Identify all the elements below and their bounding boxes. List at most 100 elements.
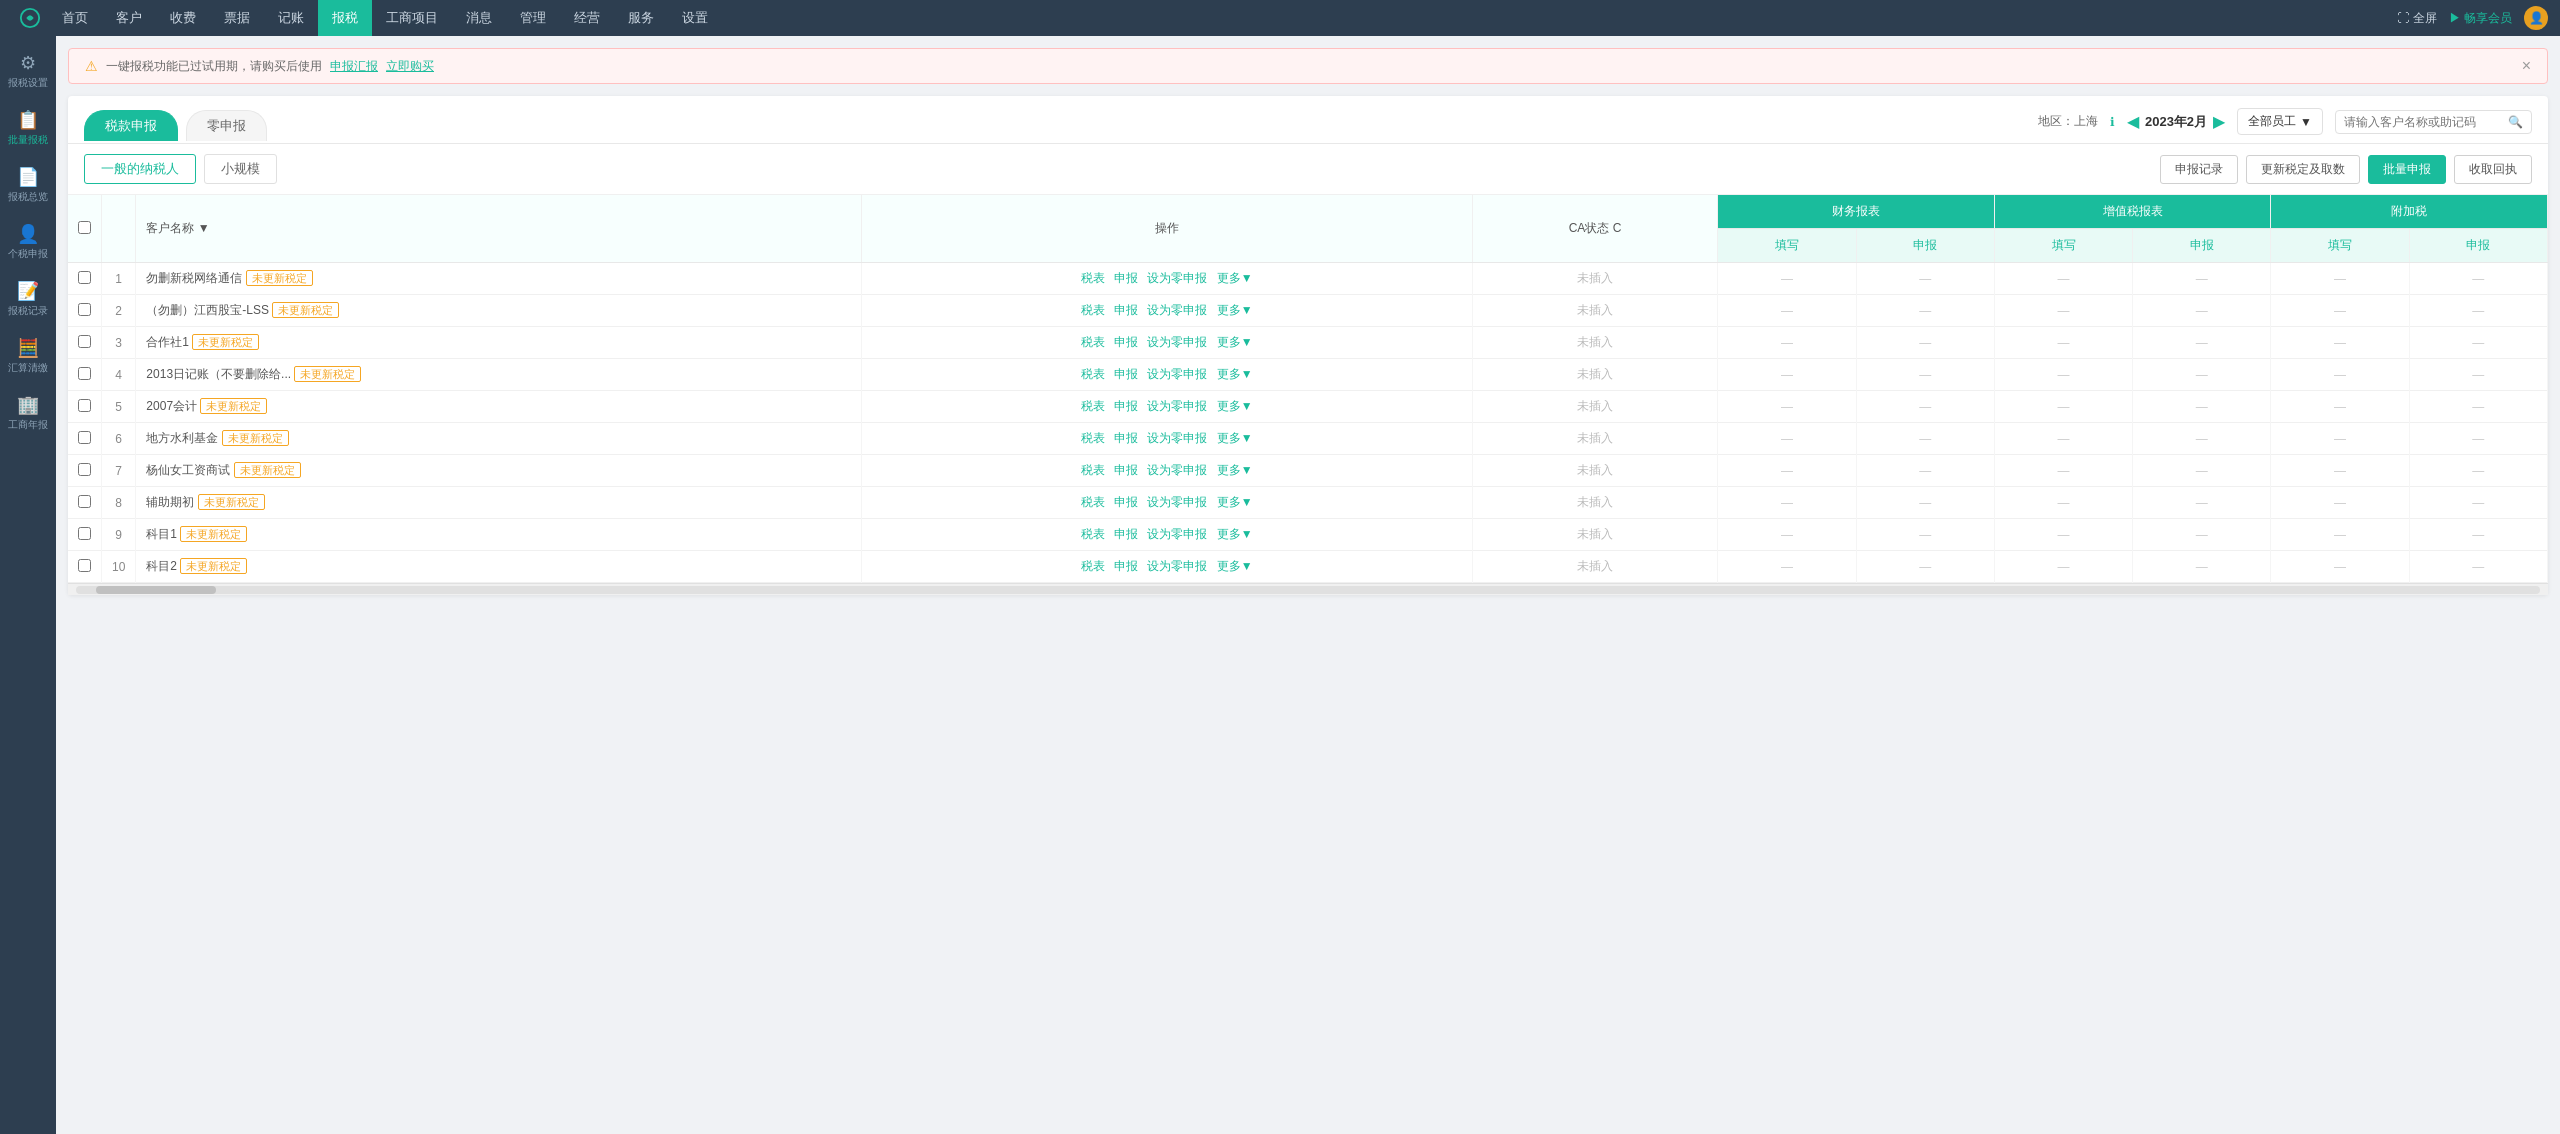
- op-more[interactable]: 更多▼: [1214, 526, 1256, 543]
- sidebar-label-tax-settings: 报税设置: [8, 77, 48, 89]
- sidebar: ⚙ 报税设置 📋 批量报税 📄 报税总览 👤 个税申报 📝 报税记录 🧮 汇算清…: [0, 36, 56, 1134]
- op-zero-declare[interactable]: 设为零申报: [1144, 558, 1210, 575]
- op-more[interactable]: 更多▼: [1214, 398, 1256, 415]
- update-tax-btn[interactable]: 更新税定及取数: [2246, 155, 2360, 184]
- batch-declare-btn[interactable]: 批量申报: [2368, 155, 2446, 184]
- op-zero-declare[interactable]: 设为零申报: [1144, 526, 1210, 543]
- op-declare[interactable]: 申报: [1111, 270, 1141, 287]
- sidebar-item-tax-overview[interactable]: 📄 报税总览: [2, 158, 54, 211]
- declare-record-btn[interactable]: 申报记录: [2160, 155, 2238, 184]
- row-checkbox[interactable]: [78, 367, 91, 380]
- scroll-thumb[interactable]: [96, 586, 216, 594]
- nav-settings[interactable]: 设置: [668, 0, 722, 36]
- op-tax-form[interactable]: 税表: [1078, 398, 1108, 415]
- op-declare[interactable]: 申报: [1111, 526, 1141, 543]
- op-more[interactable]: 更多▼: [1214, 366, 1256, 383]
- op-zero-declare[interactable]: 设为零申报: [1144, 430, 1210, 447]
- row-checkbox[interactable]: [78, 463, 91, 476]
- op-declare[interactable]: 申报: [1111, 398, 1141, 415]
- nav-business[interactable]: 工商项目: [372, 0, 452, 36]
- row-checkbox[interactable]: [78, 431, 91, 444]
- op-declare[interactable]: 申报: [1111, 494, 1141, 511]
- row-checkbox[interactable]: [78, 527, 91, 540]
- row-declaration-fill: —: [1994, 327, 2132, 359]
- search-input[interactable]: [2344, 115, 2504, 129]
- row-declaration-fill: —: [1994, 423, 2132, 455]
- search-icon[interactable]: 🔍: [2508, 115, 2523, 129]
- op-tax-form[interactable]: 税表: [1078, 462, 1108, 479]
- op-declare[interactable]: 申报: [1111, 334, 1141, 351]
- banner-close-btn[interactable]: ×: [2522, 57, 2531, 75]
- sidebar-item-batch-tax[interactable]: 📋 批量报税: [2, 101, 54, 154]
- op-zero-declare[interactable]: 设为零申报: [1144, 494, 1210, 511]
- sidebar-item-tax-record[interactable]: 📝 报税记录: [2, 272, 54, 325]
- info-icon: ℹ: [2110, 115, 2115, 129]
- nav-operation[interactable]: 经营: [560, 0, 614, 36]
- sidebar-item-annual-report[interactable]: 🏢 工商年报: [2, 386, 54, 439]
- sidebar-item-tax-settings[interactable]: ⚙ 报税设置: [2, 44, 54, 97]
- op-more[interactable]: 更多▼: [1214, 462, 1256, 479]
- row-finance-fill: —: [1718, 263, 1856, 295]
- op-declare[interactable]: 申报: [1111, 462, 1141, 479]
- date-next-btn[interactable]: ▶: [2213, 112, 2225, 131]
- op-tax-form[interactable]: 税表: [1078, 558, 1108, 575]
- op-tax-form[interactable]: 税表: [1078, 430, 1108, 447]
- op-zero-declare[interactable]: 设为零申报: [1144, 398, 1210, 415]
- op-zero-declare[interactable]: 设为零申报: [1144, 334, 1210, 351]
- op-more[interactable]: 更多▼: [1214, 494, 1256, 511]
- row-checkbox[interactable]: [78, 495, 91, 508]
- op-more[interactable]: 更多▼: [1214, 430, 1256, 447]
- nav-messages[interactable]: 消息: [452, 0, 506, 36]
- nav-manage[interactable]: 管理: [506, 0, 560, 36]
- sub-tab-small[interactable]: 小规模: [204, 154, 277, 184]
- op-declare[interactable]: 申报: [1111, 366, 1141, 383]
- op-tax-form[interactable]: 税表: [1078, 526, 1108, 543]
- user-avatar[interactable]: 👤: [2524, 6, 2548, 30]
- date-prev-btn[interactable]: ◀: [2127, 112, 2139, 131]
- op-zero-declare[interactable]: 设为零申报: [1144, 302, 1210, 319]
- op-tax-form[interactable]: 税表: [1078, 494, 1108, 511]
- horizontal-scrollbar[interactable]: [68, 583, 2548, 595]
- row-checkbox[interactable]: [78, 335, 91, 348]
- fullscreen-btn[interactable]: ⛶ 全屏: [2397, 10, 2436, 27]
- table-row: 5 2007会计 未更新税定 税表 申报 设为零申报 更多▼ 未插入 — — —…: [68, 391, 2548, 423]
- buy-now-link[interactable]: 立即购买: [386, 58, 434, 75]
- op-more[interactable]: 更多▼: [1214, 270, 1256, 287]
- row-checkbox[interactable]: [78, 271, 91, 284]
- row-checkbox[interactable]: [78, 559, 91, 572]
- declare-report-link[interactable]: 申报汇报: [330, 58, 378, 75]
- row-checkbox[interactable]: [78, 303, 91, 316]
- op-declare[interactable]: 申报: [1111, 558, 1141, 575]
- op-tax-form[interactable]: 税表: [1078, 366, 1108, 383]
- op-tax-form[interactable]: 税表: [1078, 270, 1108, 287]
- tab-zero-declare[interactable]: 零申报: [186, 110, 267, 141]
- op-declare[interactable]: 申报: [1111, 430, 1141, 447]
- nav-tax[interactable]: 报税: [318, 0, 372, 36]
- op-tax-form[interactable]: 税表: [1078, 302, 1108, 319]
- nav-client[interactable]: 客户: [102, 0, 156, 36]
- nav-service[interactable]: 服务: [614, 0, 668, 36]
- staff-select[interactable]: 全部员工 ▼: [2237, 108, 2323, 135]
- row-operations: 税表 申报 设为零申报 更多▼: [861, 327, 1472, 359]
- nav-invoice[interactable]: 票据: [210, 0, 264, 36]
- nav-bookkeeping[interactable]: 记账: [264, 0, 318, 36]
- tab-tax-declare[interactable]: 税款申报: [84, 110, 178, 141]
- op-declare[interactable]: 申报: [1111, 302, 1141, 319]
- op-zero-declare[interactable]: 设为零申报: [1144, 270, 1210, 287]
- sidebar-item-settlement[interactable]: 🧮 汇算清缴: [2, 329, 54, 382]
- op-more[interactable]: 更多▼: [1214, 334, 1256, 351]
- select-all-checkbox[interactable]: [78, 221, 91, 234]
- row-checkbox[interactable]: [78, 399, 91, 412]
- op-tax-form[interactable]: 税表: [1078, 334, 1108, 351]
- op-zero-declare[interactable]: 设为零申报: [1144, 366, 1210, 383]
- sidebar-item-personal-tax[interactable]: 👤 个税申报: [2, 215, 54, 268]
- upgrade-btn[interactable]: ▶ 畅享会员: [2449, 10, 2512, 27]
- sub-tab-general[interactable]: 一般的纳税人: [84, 154, 196, 184]
- op-more[interactable]: 更多▼: [1214, 302, 1256, 319]
- op-more[interactable]: 更多▼: [1214, 558, 1256, 575]
- nav-home[interactable]: 首页: [48, 0, 102, 36]
- op-zero-declare[interactable]: 设为零申报: [1144, 462, 1210, 479]
- retrieve-btn[interactable]: 收取回执: [2454, 155, 2532, 184]
- nav-billing[interactable]: 收费: [156, 0, 210, 36]
- row-number: 7: [102, 455, 136, 487]
